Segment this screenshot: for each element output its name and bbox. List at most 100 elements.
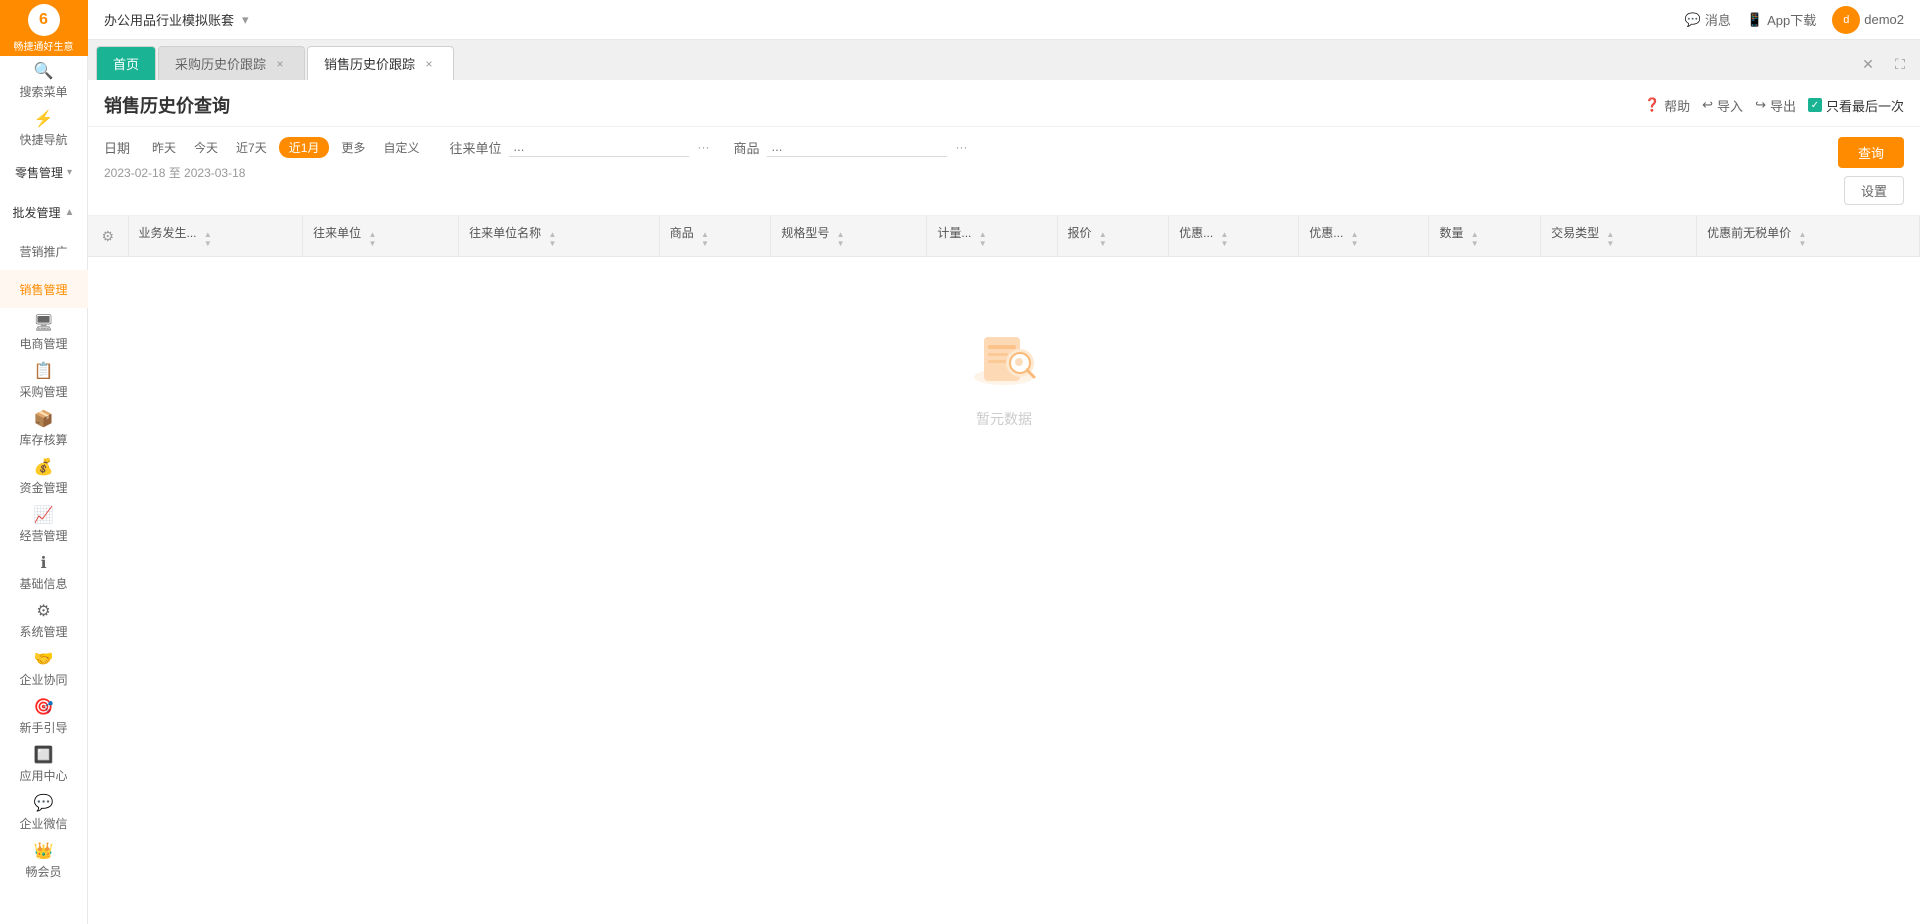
sidebar-item-wechat[interactable]: 💬 企业微信 bbox=[0, 788, 88, 836]
date-opt-custom[interactable]: 自定义 bbox=[377, 137, 425, 158]
th-counterpart-name-label: 往来单位名称 bbox=[469, 226, 541, 240]
th-trade-type: 交易类型 ▲ ▼ bbox=[1541, 216, 1697, 257]
tab-purchase-history[interactable]: 采购历史价跟踪 × bbox=[158, 46, 305, 80]
sidebar-item-retail[interactable]: 零售管理 ▾ bbox=[0, 152, 88, 192]
goods-more-icon[interactable]: ··· bbox=[955, 140, 967, 154]
help-button[interactable]: ❓ 帮助 bbox=[1644, 96, 1690, 115]
export-button[interactable]: ↪ 导出 bbox=[1755, 96, 1796, 115]
sort-pretax-price[interactable]: ▲ ▼ bbox=[1799, 231, 1807, 248]
sort-quantity[interactable]: ▲ ▼ bbox=[1471, 231, 1479, 248]
table-settings-icon[interactable]: ⚙ bbox=[101, 228, 114, 244]
tab-sales-history[interactable]: 销售历史价跟踪 × bbox=[307, 46, 454, 80]
sidebar-item-label: 基础信息 bbox=[19, 575, 67, 592]
page-actions: ❓ 帮助 ↩ 导入 ↪ 导出 ✓ 只看最后一次 bbox=[1644, 96, 1904, 115]
date-range: 2023-02-18 至 2023-03-18 bbox=[104, 164, 425, 181]
shortcut-icon: ⚡ bbox=[34, 109, 54, 129]
tab-purchase-close[interactable]: × bbox=[272, 56, 288, 72]
th-counterpart-code: 往来单位 ▲ ▼ bbox=[303, 216, 459, 257]
apps-icon: 🔲 bbox=[34, 745, 54, 765]
sidebar-item-basic[interactable]: ℹ 基础信息 bbox=[0, 548, 88, 596]
th-discount1: 优惠... ▲ ▼ bbox=[1169, 216, 1299, 257]
only-last-checkbox-container[interactable]: ✓ 只看最后一次 bbox=[1808, 96, 1904, 115]
sidebar-item-apps[interactable]: 🔲 应用中心 bbox=[0, 740, 88, 788]
tab-sales-close[interactable]: × bbox=[421, 56, 437, 72]
avatar: d bbox=[1832, 6, 1860, 34]
only-last-label: 只看最后一次 bbox=[1826, 96, 1904, 115]
sort-biz-date[interactable]: ▲ ▼ bbox=[204, 231, 212, 248]
sort-goods[interactable]: ▲ ▼ bbox=[701, 231, 709, 248]
sidebar-item-label: 企业协同 bbox=[19, 671, 67, 688]
sidebar-item-vip[interactable]: 👑 畅会员 bbox=[0, 836, 88, 884]
sort-counterpart-name[interactable]: ▲ ▼ bbox=[549, 231, 557, 248]
dropdown-icon[interactable]: ▾ bbox=[242, 12, 249, 28]
message-button[interactable]: 💬 消息 bbox=[1685, 10, 1731, 29]
sidebar-item-search[interactable]: 🔍 搜索菜单 bbox=[0, 56, 88, 104]
sidebar-item-wholesale[interactable]: 批发管理 ▲ bbox=[0, 192, 88, 232]
sidebar-item-newbie[interactable]: 🎯 新手引导 bbox=[0, 692, 88, 740]
message-icon: 💬 bbox=[1685, 12, 1701, 28]
wechat-icon: 💬 bbox=[34, 793, 54, 813]
sort-discount2[interactable]: ▲ ▼ bbox=[1351, 231, 1359, 248]
newbie-icon: 🎯 bbox=[34, 697, 54, 717]
sidebar-item-shortcut[interactable]: ⚡ 快捷导航 bbox=[0, 104, 88, 152]
user-name: demo2 bbox=[1864, 12, 1904, 27]
sort-spec[interactable]: ▲ ▼ bbox=[837, 231, 845, 248]
sidebar-item-enterprise[interactable]: 🤝 企业协同 bbox=[0, 644, 88, 692]
sidebar-item-label: 快捷导航 bbox=[19, 131, 67, 148]
tabs-bar: 首页 采购历史价跟踪 × 销售历史价跟踪 × ✕ ⛶ bbox=[88, 40, 1920, 80]
empty-icon bbox=[964, 317, 1044, 397]
date-filter-row: 日期 昨天 今天 近7天 近1月 更多 自定义 bbox=[104, 137, 425, 158]
th-counterpart-code-label: 往来单位 bbox=[313, 226, 361, 240]
goods-filter: 商品 ··· bbox=[733, 137, 967, 157]
date-opt-more[interactable]: 更多 bbox=[335, 137, 371, 158]
sidebar-item-operation[interactable]: 📈 经营管理 bbox=[0, 500, 88, 548]
app-download-button[interactable]: 📱 App下载 bbox=[1747, 10, 1816, 29]
th-quantity-label: 数量 bbox=[1439, 226, 1463, 240]
date-opt-today[interactable]: 今天 bbox=[188, 137, 224, 158]
sidebar-item-purchase[interactable]: 📋 采购管理 bbox=[0, 356, 88, 404]
sidebar: 6 畅捷通好生意 🔍 搜索菜单 ⚡ 快捷导航 零售管理 ▾ 批发管理 ▲ 营销推… bbox=[0, 0, 88, 924]
user-profile[interactable]: d demo2 bbox=[1832, 6, 1904, 34]
sort-unit[interactable]: ▲ ▼ bbox=[979, 231, 987, 248]
goods-input[interactable] bbox=[767, 137, 947, 157]
sort-discount1[interactable]: ▲ ▼ bbox=[1221, 231, 1229, 248]
sidebar-item-label: 系统管理 bbox=[19, 623, 67, 640]
main-area: 办公用品行业模拟账套 ▾ 💬 消息 📱 App下载 d demo2 首页 采购历… bbox=[88, 0, 1920, 924]
content-area: 销售历史价查询 ❓ 帮助 ↩ 导入 ↪ 导出 ✓ 只 bbox=[88, 80, 1920, 924]
sidebar-item-system[interactable]: ⚙ 系统管理 bbox=[0, 596, 88, 644]
sidebar-item-label: 应用中心 bbox=[19, 767, 67, 784]
date-opt-7days[interactable]: 近7天 bbox=[230, 137, 273, 158]
date-filter-group: 日期 昨天 今天 近7天 近1月 更多 自定义 2023-02-18 至 202… bbox=[104, 137, 425, 181]
date-opt-1month[interactable]: 近1月 bbox=[279, 137, 330, 158]
help-icon: ❓ bbox=[1644, 97, 1660, 113]
th-discount2: 优惠... ▲ ▼ bbox=[1299, 216, 1429, 257]
close-window-button[interactable]: ✕ bbox=[1856, 52, 1880, 76]
only-last-checkbox[interactable]: ✓ bbox=[1808, 98, 1822, 112]
logo[interactable]: 6 畅捷通好生意 bbox=[0, 0, 88, 56]
th-goods: 商品 ▲ ▼ bbox=[659, 216, 771, 257]
sidebar-item-ecommerce[interactable]: 🖥 电商管理 bbox=[0, 308, 88, 356]
sidebar-item-inventory[interactable]: 📦 库存核算 bbox=[0, 404, 88, 452]
date-options: 昨天 今天 近7天 近1月 更多 自定义 bbox=[146, 137, 425, 158]
checkbox-check-icon: ✓ bbox=[1811, 100, 1819, 111]
setting-button[interactable]: 设置 bbox=[1844, 176, 1904, 205]
sort-trade-type[interactable]: ▲ ▼ bbox=[1606, 231, 1614, 248]
query-button[interactable]: 查询 bbox=[1838, 137, 1904, 168]
sort-counterpart-code[interactable]: ▲ ▼ bbox=[368, 231, 376, 248]
import-button[interactable]: ↩ 导入 bbox=[1702, 96, 1743, 115]
counterpart-input[interactable] bbox=[509, 137, 689, 157]
sidebar-item-sales[interactable]: 销售管理 bbox=[0, 270, 88, 308]
tab-home[interactable]: 首页 bbox=[96, 46, 156, 80]
sidebar-item-marketing[interactable]: 营销推广 bbox=[0, 232, 88, 270]
th-spec: 规格型号 ▲ ▼ bbox=[771, 216, 927, 257]
th-settings: ⚙ bbox=[88, 216, 128, 257]
import-icon: ↩ bbox=[1702, 97, 1713, 113]
sort-quote[interactable]: ▲ ▼ bbox=[1099, 231, 1107, 248]
counterpart-more-icon[interactable]: ··· bbox=[697, 140, 709, 154]
sidebar-item-finance[interactable]: 💰 资金管理 bbox=[0, 452, 88, 500]
th-quantity: 数量 ▲ ▼ bbox=[1429, 216, 1541, 257]
date-opt-yesterday[interactable]: 昨天 bbox=[146, 137, 182, 158]
sidebar-item-label: 资金管理 bbox=[19, 479, 67, 496]
maximize-window-button[interactable]: ⛶ bbox=[1888, 52, 1912, 76]
help-label: 帮助 bbox=[1664, 96, 1690, 115]
